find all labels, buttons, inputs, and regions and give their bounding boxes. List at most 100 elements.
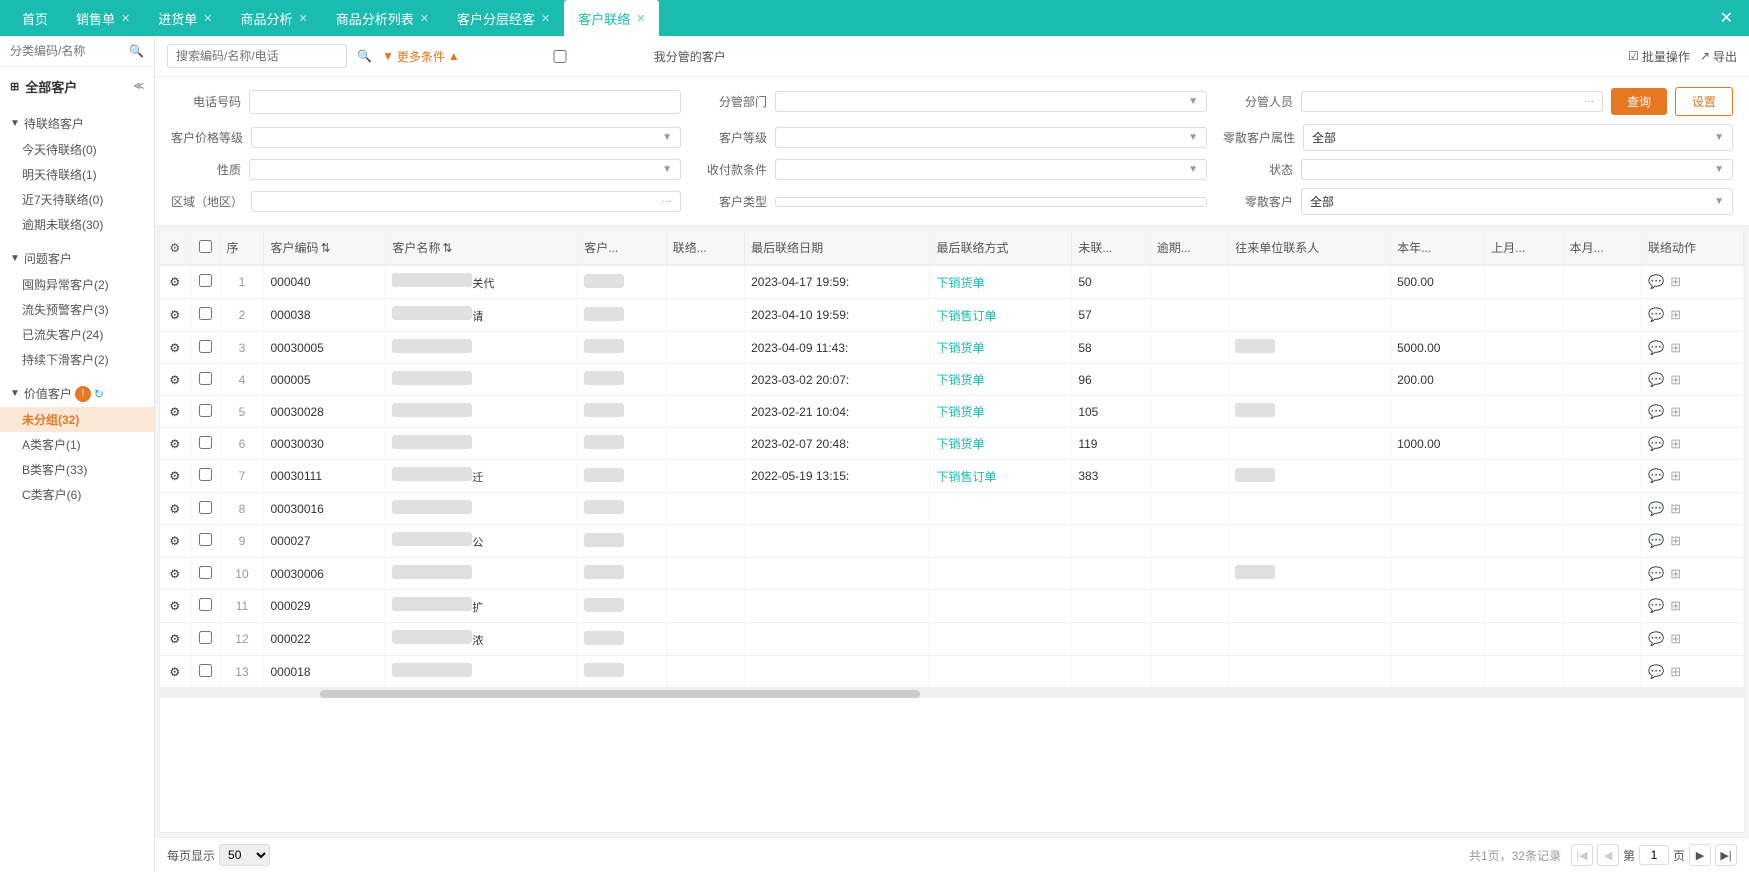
row-checkbox[interactable] xyxy=(199,501,212,514)
tab-product-analysis[interactable]: 商品分析 ✕ xyxy=(226,0,321,36)
my-customers-checkbox[interactable] xyxy=(470,50,650,63)
grid-action-icon[interactable]: ⊞ xyxy=(1670,436,1681,452)
row-settings[interactable]: ⚙ xyxy=(160,460,190,493)
grid-action-icon[interactable]: ⊞ xyxy=(1670,404,1681,420)
grid-action-icon[interactable]: ⊞ xyxy=(1670,631,1681,647)
row-name[interactable]: 迁 xyxy=(386,460,578,493)
select-all-checkbox[interactable] xyxy=(199,240,212,253)
row-last-contact-method[interactable]: 下销售订单 xyxy=(930,299,1072,332)
sidebar-item-overdue[interactable]: 逾期未联络(30) xyxy=(0,212,154,237)
query-button[interactable]: 查询 xyxy=(1611,88,1667,115)
sidebar-item-class-b[interactable]: B类客户(33) xyxy=(0,457,154,482)
retail-customer-select[interactable]: 全部 ▼ xyxy=(1301,188,1733,215)
row-checkbox-cell[interactable] xyxy=(190,460,220,493)
message-icon[interactable]: 💬 xyxy=(1648,533,1664,549)
message-icon[interactable]: 💬 xyxy=(1648,664,1664,680)
tab-customer-contact[interactable]: 客户联络 ✕ xyxy=(564,0,659,36)
close-tab-purchase[interactable]: ✕ xyxy=(203,12,212,25)
sidebar-search-icon[interactable]: 🔍 xyxy=(129,44,144,58)
row-settings[interactable]: ⚙ xyxy=(160,299,190,332)
page-prev-button[interactable]: ◀ xyxy=(1597,844,1619,866)
scroll-thumb[interactable] xyxy=(320,690,920,698)
row-name[interactable] xyxy=(386,396,578,428)
value-group-title[interactable]: ▼ 价值客户 ! ↻ xyxy=(0,380,154,407)
refresh-icon[interactable]: ↻ xyxy=(94,387,104,401)
sidebar-item-ungrouped[interactable]: 未分组(32) xyxy=(0,407,154,432)
row-settings[interactable]: ⚙ xyxy=(160,364,190,396)
row-name[interactable]: 请 xyxy=(386,299,578,332)
department-select[interactable]: ▼ xyxy=(775,91,1207,112)
row-settings[interactable]: ⚙ xyxy=(160,493,190,525)
row-checkbox-cell[interactable] xyxy=(190,265,220,299)
manager-select[interactable]: ··· xyxy=(1301,91,1603,112)
row-checkbox[interactable] xyxy=(199,404,212,417)
close-all-tabs[interactable]: ✕ xyxy=(1712,8,1741,28)
grid-action-icon[interactable]: ⊞ xyxy=(1670,340,1681,356)
message-icon[interactable]: 💬 xyxy=(1648,404,1664,420)
row-last-contact-method[interactable] xyxy=(930,623,1072,656)
phone-input[interactable] xyxy=(249,90,681,114)
row-settings[interactable]: ⚙ xyxy=(160,590,190,623)
row-settings[interactable]: ⚙ xyxy=(160,332,190,364)
row-last-contact-method[interactable]: 下销货单 xyxy=(930,428,1072,460)
row-name[interactable] xyxy=(386,558,578,590)
row-checkbox-cell[interactable] xyxy=(190,299,220,332)
row-settings[interactable]: ⚙ xyxy=(160,525,190,558)
search-input[interactable] xyxy=(167,44,347,68)
grid-action-icon[interactable]: ⊞ xyxy=(1670,372,1681,388)
row-last-contact-method[interactable] xyxy=(930,525,1072,558)
row-last-contact-method[interactable] xyxy=(930,590,1072,623)
th-checkbox[interactable] xyxy=(190,231,220,265)
payment-select[interactable]: ▼ xyxy=(775,159,1207,180)
row-checkbox-cell[interactable] xyxy=(190,493,220,525)
price-level-select[interactable]: ▼ xyxy=(251,127,681,148)
row-name[interactable] xyxy=(386,364,578,396)
row-name[interactable]: 扩 xyxy=(386,590,578,623)
row-name[interactable]: 公 xyxy=(386,525,578,558)
grid-action-icon[interactable]: ⊞ xyxy=(1670,664,1681,680)
tab-product-analysis-list[interactable]: 商品分析列表 ✕ xyxy=(322,0,443,36)
row-settings[interactable]: ⚙ xyxy=(160,265,190,299)
row-checkbox-cell[interactable] xyxy=(190,656,220,688)
grid-action-icon[interactable]: ⊞ xyxy=(1670,533,1681,549)
customer-type-select[interactable] xyxy=(775,197,1207,207)
message-icon[interactable]: 💬 xyxy=(1648,566,1664,582)
grid-action-icon[interactable]: ⊞ xyxy=(1670,501,1681,517)
row-name[interactable]: 浓 xyxy=(386,623,578,656)
close-tab-customer-segment[interactable]: ✕ xyxy=(541,12,550,25)
row-settings[interactable]: ⚙ xyxy=(160,428,190,460)
grid-action-icon[interactable]: ⊞ xyxy=(1670,307,1681,323)
row-name[interactable]: 关代 xyxy=(386,265,578,299)
page-first-button[interactable]: |◀ xyxy=(1571,844,1593,866)
message-icon[interactable]: 💬 xyxy=(1648,372,1664,388)
row-settings[interactable]: ⚙ xyxy=(160,656,190,688)
close-tab-product-analysis-list[interactable]: ✕ xyxy=(420,12,429,25)
sidebar-item-declining[interactable]: 持续下滑客户(2) xyxy=(0,347,154,372)
row-last-contact-method[interactable]: 下销货单 xyxy=(930,265,1072,299)
page-input[interactable] xyxy=(1639,845,1669,865)
grid-action-icon[interactable]: ⊞ xyxy=(1670,598,1681,614)
row-name[interactable] xyxy=(386,656,578,688)
row-checkbox-cell[interactable] xyxy=(190,364,220,396)
message-icon[interactable]: 💬 xyxy=(1648,307,1664,323)
page-last-button[interactable]: ▶| xyxy=(1715,844,1737,866)
row-checkbox[interactable] xyxy=(199,664,212,677)
row-checkbox-cell[interactable] xyxy=(190,558,220,590)
row-checkbox-cell[interactable] xyxy=(190,623,220,656)
row-checkbox[interactable] xyxy=(199,631,212,644)
export-button[interactable]: ↗ 导出 xyxy=(1700,48,1737,65)
nature-select[interactable]: ▼ xyxy=(249,159,681,180)
close-tab-product-analysis[interactable]: ✕ xyxy=(299,12,308,25)
th-code[interactable]: 客户编码⇅ xyxy=(264,231,386,265)
my-customers-checkbox-label[interactable]: 我分管的客户 xyxy=(470,48,726,65)
row-checkbox[interactable] xyxy=(199,468,212,481)
row-name[interactable] xyxy=(386,332,578,364)
all-customers-header[interactable]: ⊞ 全部客户 ≪ xyxy=(0,71,154,102)
retail-attr-select[interactable]: 全部 ▼ xyxy=(1303,124,1733,151)
sidebar-item-today[interactable]: 今天待联络(0) xyxy=(0,137,154,162)
row-checkbox[interactable] xyxy=(199,372,212,385)
per-page-select[interactable]: 50 100 xyxy=(219,844,270,866)
sidebar-item-class-c[interactable]: C类客户(6) xyxy=(0,482,154,507)
batch-op-button[interactable]: ☑ 批量操作 xyxy=(1628,48,1690,65)
row-checkbox-cell[interactable] xyxy=(190,428,220,460)
